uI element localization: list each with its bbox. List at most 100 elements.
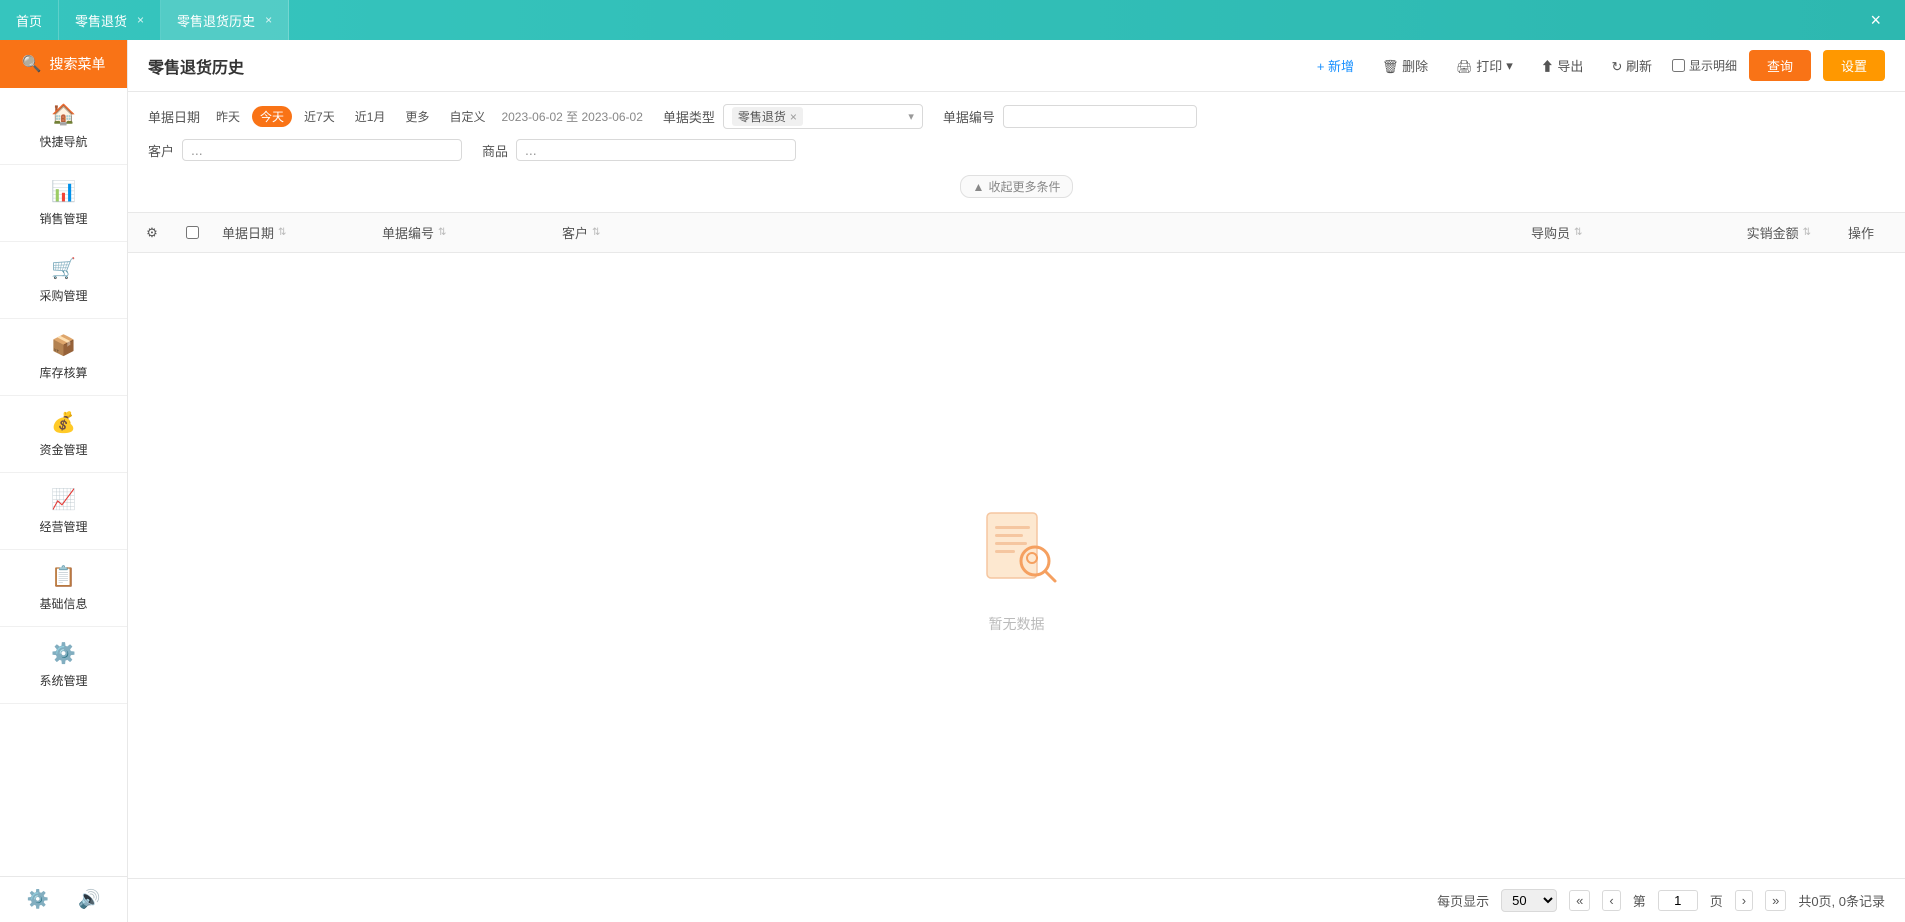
date-options: 昨天 今天 近7天 近1月 更多 自定义	[208, 106, 493, 127]
date-range-value: 2023-06-02 至 2023-06-02	[501, 108, 642, 125]
tab-home[interactable]: 首页	[0, 0, 59, 40]
goods-dots: ...	[525, 142, 537, 158]
order-number-input[interactable]	[1003, 105, 1197, 128]
filter-area: 单据日期 昨天 今天 近7天 近1月 更多 自定义 2023-06-02 至 2…	[128, 92, 1905, 213]
empty-icon	[967, 498, 1067, 598]
page-label: 页	[1710, 891, 1723, 910]
settings-button-label: 设置	[1841, 59, 1867, 74]
settings-gear-icon[interactable]: ⚙️	[27, 889, 49, 910]
quick-nav-icon: 🏠	[51, 102, 76, 127]
date-opt-1month[interactable]: 近1月	[347, 106, 394, 127]
show-detail-checkbox[interactable]	[1672, 59, 1685, 72]
th-amount-sort-icon[interactable]: ⇅	[1803, 227, 1811, 238]
last-page-button[interactable]: »	[1765, 890, 1786, 911]
sidebar-item-system[interactable]: ⚙️ 系统管理	[0, 627, 127, 704]
tab-retail-return-close[interactable]: ×	[137, 13, 144, 27]
delete-button-label: 🗑 删除	[1382, 56, 1428, 75]
filter-customer: 客户 ...	[148, 139, 462, 161]
filter-date: 单据日期 昨天 今天 近7天 近1月 更多 自定义 2023-06-02 至 2…	[148, 106, 643, 127]
order-number-label: 单据编号	[943, 107, 995, 126]
sidebar-item-quick-nav[interactable]: 🏠 快捷导航	[0, 88, 127, 165]
window-close-button[interactable]: ×	[1862, 10, 1889, 31]
new-button-label: + 新增	[1317, 56, 1354, 75]
page-size-select[interactable]: 10 20 50 100	[1501, 889, 1557, 912]
collapse-button[interactable]: ▲ 收起更多条件	[960, 175, 1074, 198]
th-date-label: 单据日期	[222, 223, 274, 242]
export-button-label: ⬆ 导出	[1541, 56, 1584, 75]
date-opt-yesterday[interactable]: 昨天	[208, 106, 248, 127]
empty-text: 暂无数据	[989, 614, 1045, 634]
goods-select[interactable]: ...	[516, 139, 796, 161]
sidebar-nav: 🏠 快捷导航 📊 销售管理 🛒 采购管理 📦 库存核算 💰 资金管理 📈	[0, 88, 127, 876]
date-opt-more[interactable]: 更多	[397, 106, 437, 127]
tab-retail-return-history[interactable]: 零售退货历史 ×	[161, 0, 289, 40]
th-date-sort-icon[interactable]: ⇅	[278, 227, 286, 238]
sidebar-item-basic-info[interactable]: 📋 基础信息	[0, 550, 127, 627]
filter-row-2: 客户 ... 商品 ...	[148, 139, 1885, 161]
page-size-label: 每页显示	[1437, 891, 1489, 910]
sidebar: 🔍 搜索菜单 🏠 快捷导航 📊 销售管理 🛒 采购管理 📦 库存核算 💰	[0, 40, 128, 922]
print-button-label: 🖨 打印	[1456, 56, 1502, 75]
first-page-button[interactable]: «	[1569, 890, 1590, 911]
collapse-up-icon: ▲	[973, 180, 985, 194]
order-type-tag-close[interactable]: ×	[790, 110, 797, 124]
query-button[interactable]: 查询	[1749, 50, 1811, 81]
th-amount: 实销金额 ⇅	[1681, 223, 1821, 242]
volume-icon[interactable]: 🔊	[78, 889, 100, 910]
customer-label: 客户	[148, 141, 174, 160]
sidebar-item-purchase[interactable]: 🛒 采购管理	[0, 242, 127, 319]
sidebar-item-operations[interactable]: 📈 经营管理	[0, 473, 127, 550]
order-type-tag: 零售退货 ×	[732, 107, 803, 126]
filter-order-type: 单据类型 零售退货 × ▾	[663, 104, 923, 129]
tab-retail-return[interactable]: 零售退货 ×	[59, 0, 161, 40]
delete-button[interactable]: 🗑 删除	[1374, 52, 1436, 79]
total-info: 共0页, 0条记录	[1798, 891, 1885, 910]
export-button[interactable]: ⬆ 导出	[1533, 52, 1592, 79]
date-opt-7days[interactable]: 近7天	[296, 106, 343, 127]
select-all-checkbox[interactable]	[186, 226, 199, 239]
customer-select[interactable]: ...	[182, 139, 462, 161]
search-icon: 🔍	[22, 54, 42, 74]
refresh-button-label: ↻ 刷新	[1611, 56, 1652, 75]
th-checkbox[interactable]	[172, 226, 212, 239]
order-type-label: 单据类型	[663, 107, 715, 126]
th-customer-label: 客户	[562, 223, 588, 242]
th-settings[interactable]: ⚙	[132, 225, 172, 241]
new-button[interactable]: + 新增	[1309, 52, 1362, 79]
refresh-button[interactable]: ↻ 刷新	[1603, 52, 1660, 79]
tab-retail-return-label: 零售退货	[75, 11, 127, 30]
show-detail-label: 显示明细	[1689, 57, 1737, 74]
header-actions: + 新增 🗑 删除 🖨 打印 ▾ ⬆ 导出 ↻ 刷新 显示明细	[1309, 50, 1885, 81]
th-customer-sort-icon[interactable]: ⇅	[592, 227, 600, 238]
sidebar-item-sales-label: 销售管理	[39, 210, 87, 227]
prev-page-button[interactable]: ‹	[1602, 890, 1620, 911]
print-button[interactable]: 🖨 打印 ▾	[1448, 52, 1521, 79]
sidebar-item-sales[interactable]: 📊 销售管理	[0, 165, 127, 242]
page-header: 零售退货历史 + 新增 🗑 删除 🖨 打印 ▾ ⬆ 导出 ↻ 刷新	[128, 40, 1905, 92]
print-dropdown-icon[interactable]: ▾	[1506, 58, 1513, 74]
th-order-sort-icon[interactable]: ⇅	[438, 227, 446, 238]
order-type-dropdown-icon[interactable]: ▾	[908, 110, 914, 123]
show-detail-checkbox-label: 显示明细	[1672, 57, 1737, 74]
sidebar-item-finance[interactable]: 💰 资金管理	[0, 396, 127, 473]
sidebar-item-finance-label: 资金管理	[39, 441, 87, 458]
page-title: 零售退货历史	[148, 54, 244, 78]
table-settings-icon[interactable]: ⚙	[146, 225, 158, 241]
settings-button[interactable]: 设置	[1823, 50, 1885, 81]
sidebar-search-label: 搜索菜单	[49, 54, 105, 74]
sidebar-search[interactable]: 🔍 搜索菜单	[0, 40, 127, 88]
sidebar-item-basic-info-label: 基础信息	[39, 595, 87, 612]
sidebar-item-system-label: 系统管理	[39, 672, 87, 689]
tab-retail-return-history-close[interactable]: ×	[265, 13, 272, 27]
th-guide-sort-icon[interactable]: ⇅	[1574, 227, 1582, 238]
collapse-label: 收起更多条件	[988, 178, 1060, 195]
sidebar-item-inventory-label: 库存核算	[39, 364, 87, 381]
date-opt-custom[interactable]: 自定义	[441, 106, 493, 127]
page-go-label: 第	[1633, 891, 1646, 910]
filter-goods: 商品 ...	[482, 139, 796, 161]
next-page-button[interactable]: ›	[1735, 890, 1753, 911]
current-page-input[interactable]	[1658, 890, 1698, 911]
date-opt-today[interactable]: 今天	[252, 106, 292, 127]
sidebar-item-inventory[interactable]: 📦 库存核算	[0, 319, 127, 396]
order-type-select[interactable]: 零售退货 × ▾	[723, 104, 923, 129]
